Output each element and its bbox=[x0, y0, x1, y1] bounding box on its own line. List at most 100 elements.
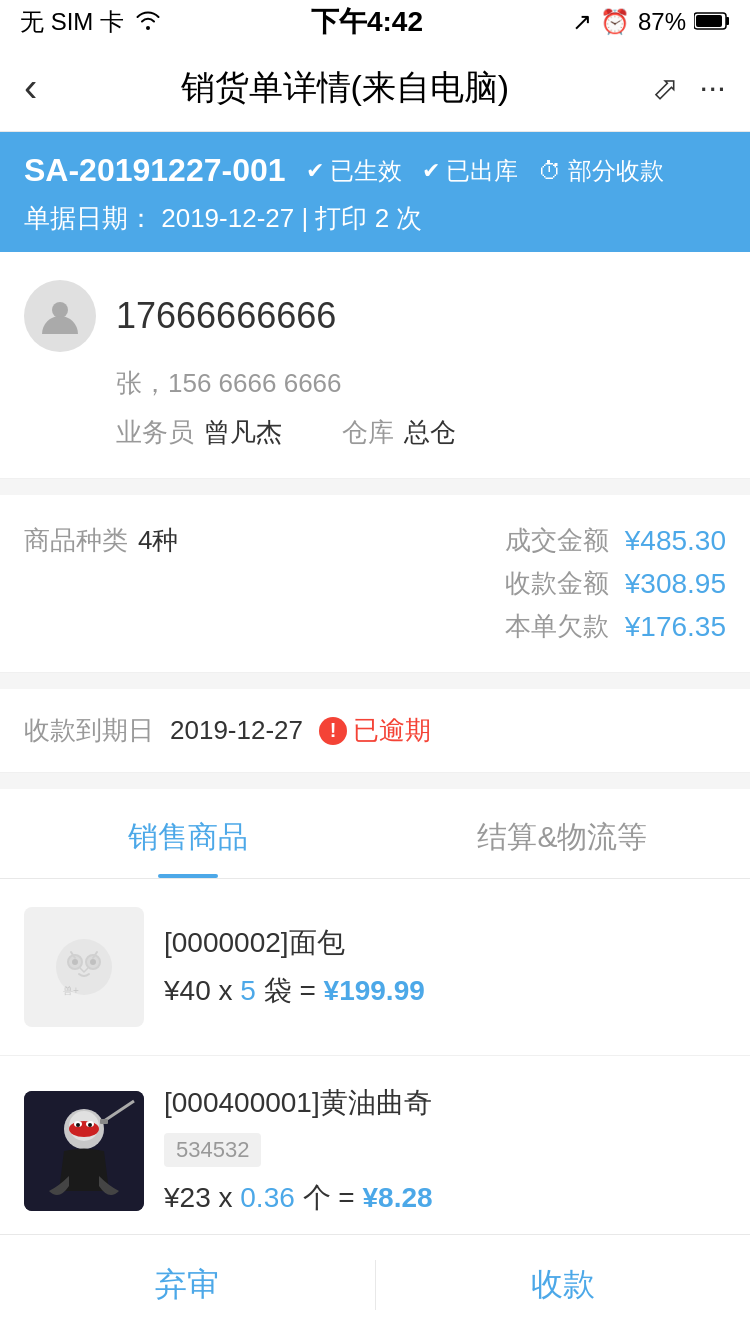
tab-section: 销售商品 结算&物流等 bbox=[0, 789, 750, 879]
nav-left: ‹ bbox=[24, 65, 37, 110]
received-amount-label: 收款金额 bbox=[505, 566, 609, 601]
product-code-1: [0000002] bbox=[164, 927, 289, 958]
battery-text: 87% bbox=[638, 8, 686, 36]
wifi-icon bbox=[134, 8, 162, 36]
product-total-2: ¥8.28 bbox=[362, 1182, 432, 1213]
product-total-1: ¥199.99 bbox=[324, 975, 425, 1006]
svg-rect-1 bbox=[726, 17, 729, 25]
order-id: SA-20191227-001 bbox=[24, 152, 286, 189]
product-qty-2: 0.36 bbox=[240, 1182, 295, 1213]
svg-point-3 bbox=[52, 302, 68, 318]
battery-icon bbox=[694, 8, 730, 36]
confirm-button[interactable]: 收款 bbox=[376, 1235, 751, 1335]
deal-amount-value: ¥485.30 bbox=[625, 525, 726, 557]
nav-bar: ‹ 销货单详情(来自电脑) ⬀ ··· bbox=[0, 44, 750, 132]
more-icon[interactable]: ··· bbox=[699, 69, 726, 106]
warehouse-label: 仓库 bbox=[342, 415, 394, 450]
owed-amount-label: 本单欠款 bbox=[505, 609, 609, 644]
badge-partial-text: 部分收款 bbox=[568, 155, 664, 187]
tab-products[interactable]: 销售商品 bbox=[0, 789, 375, 878]
product-type-value: 4种 bbox=[138, 523, 178, 558]
check-icon-1: ✔ bbox=[306, 158, 324, 184]
status-time: 下午4:42 bbox=[311, 3, 423, 41]
svg-point-14 bbox=[69, 1121, 99, 1137]
due-label: 收款到期日 bbox=[24, 713, 154, 748]
sim-status: 无 SIM 卡 bbox=[20, 6, 124, 38]
avatar bbox=[24, 280, 96, 352]
product-price-1: ¥40 x 5 袋 = ¥199.99 bbox=[164, 972, 726, 1010]
warehouse-item: 仓库 总仓 bbox=[342, 415, 456, 450]
alarm-icon: ⏰ bbox=[600, 8, 630, 36]
stats-right: 成交金额 ¥485.30 收款金额 ¥308.95 本单欠款 ¥176.35 bbox=[505, 523, 726, 644]
svg-point-8 bbox=[90, 959, 96, 965]
due-date: 2019-12-27 bbox=[170, 715, 303, 746]
status-left: 无 SIM 卡 bbox=[20, 6, 162, 38]
product-tag-2: 534532 bbox=[164, 1133, 261, 1167]
product-thumb-2 bbox=[24, 1091, 144, 1211]
list-item: 兽+ [0000002]面包 ¥40 x 5 袋 = ¥199.99 bbox=[0, 879, 750, 1056]
back-button[interactable]: ‹ bbox=[24, 65, 37, 110]
customer-phone: 17666666666 bbox=[116, 295, 336, 337]
status-bar: 无 SIM 卡 下午4:42 ↗ ⏰ 87% bbox=[0, 0, 750, 44]
received-amount-row: 收款金额 ¥308.95 bbox=[505, 566, 726, 601]
date-label: 单据日期： bbox=[24, 203, 154, 233]
svg-text:兽+: 兽+ bbox=[63, 985, 79, 996]
check-icon-2: ✔ bbox=[422, 158, 440, 184]
product-title-1: 面包 bbox=[289, 927, 345, 958]
product-base-price-1: ¥40 bbox=[164, 975, 211, 1006]
warehouse-value: 总仓 bbox=[404, 415, 456, 450]
customer-section: 17666666666 张，156 6666 6666 业务员 曾凡杰 仓库 总… bbox=[0, 252, 750, 479]
print-count: | 打印 2 次 bbox=[301, 203, 422, 233]
product-info-1: [0000002]面包 ¥40 x 5 袋 = ¥199.99 bbox=[164, 924, 726, 1010]
badge-shipped: ✔ 已出库 bbox=[422, 155, 518, 187]
customer-meta: 业务员 曾凡杰 仓库 总仓 bbox=[116, 415, 726, 450]
product-name-2: [000400001]黄油曲奇 bbox=[164, 1084, 726, 1122]
order-date: 2019-12-27 bbox=[161, 203, 294, 233]
owed-amount-value: ¥176.35 bbox=[625, 611, 726, 643]
product-name-1: [0000002]面包 bbox=[164, 924, 726, 962]
tab-products-label: 销售商品 bbox=[128, 820, 248, 853]
product-base-price-2: ¥23 bbox=[164, 1182, 211, 1213]
product-code-2: [000400001] bbox=[164, 1087, 320, 1118]
stats-left: 商品种类 4种 bbox=[24, 523, 178, 558]
page-title: 销货单详情(来自电脑) bbox=[181, 65, 510, 111]
product-equals-2: = bbox=[338, 1182, 362, 1213]
svg-rect-2 bbox=[696, 15, 722, 27]
product-multiply-1: x bbox=[219, 975, 241, 1006]
customer-row: 17666666666 bbox=[24, 280, 726, 352]
product-info-2: [000400001]黄油曲奇 534532 ¥23 x 0.36 个 = ¥8… bbox=[164, 1084, 726, 1217]
product-type-label: 商品种类 bbox=[24, 523, 128, 558]
product-type-row: 商品种类 4种 bbox=[24, 523, 178, 558]
header-top-row: SA-20191227-001 ✔ 已生效 ✔ 已出库 ⏱ 部分收款 bbox=[24, 152, 726, 189]
deal-amount-label: 成交金额 bbox=[505, 523, 609, 558]
badge-partial: ⏱ 部分收款 bbox=[538, 155, 664, 187]
status-right: ↗ ⏰ 87% bbox=[572, 8, 730, 36]
product-unit-1: 袋 bbox=[264, 975, 292, 1006]
svg-point-17 bbox=[76, 1123, 80, 1127]
badge-shipped-text: 已出库 bbox=[446, 155, 518, 187]
list-item: [000400001]黄油曲奇 534532 ¥23 x 0.36 个 = ¥8… bbox=[0, 1056, 750, 1246]
sales-rep-item: 业务员 曾凡杰 bbox=[116, 415, 282, 450]
customer-sub: 张，156 6666 6666 bbox=[116, 366, 726, 401]
share-icon[interactable]: ⬀ bbox=[652, 69, 679, 107]
badge-effective-text: 已生效 bbox=[330, 155, 402, 187]
product-multiply-2: x bbox=[219, 1182, 241, 1213]
location-icon: ↗ bbox=[572, 8, 592, 36]
nav-right: ⬀ ··· bbox=[652, 69, 726, 107]
svg-point-18 bbox=[88, 1123, 92, 1127]
product-qty-1: 5 bbox=[240, 975, 256, 1006]
svg-point-7 bbox=[72, 959, 78, 965]
product-thumb-1: 兽+ bbox=[24, 907, 144, 1027]
product-list: 兽+ [0000002]面包 ¥40 x 5 袋 = ¥199.99 bbox=[0, 879, 750, 1246]
product-unit-2: 个 bbox=[303, 1182, 331, 1213]
product-title-2: 黄油曲奇 bbox=[320, 1087, 432, 1118]
stats-section: 商品种类 4种 成交金额 ¥485.30 收款金额 ¥308.95 本单欠款 ¥… bbox=[0, 495, 750, 673]
deal-amount-row: 成交金额 ¥485.30 bbox=[505, 523, 726, 558]
product-equals-1: = bbox=[299, 975, 323, 1006]
overdue-badge: ! 已逾期 bbox=[319, 713, 431, 748]
clock-icon: ⏱ bbox=[538, 157, 562, 185]
tab-settlement[interactable]: 结算&物流等 bbox=[375, 789, 750, 878]
cancel-button[interactable]: 弃审 bbox=[0, 1235, 375, 1335]
received-amount-value: ¥308.95 bbox=[625, 568, 726, 600]
badge-effective: ✔ 已生效 bbox=[306, 155, 402, 187]
